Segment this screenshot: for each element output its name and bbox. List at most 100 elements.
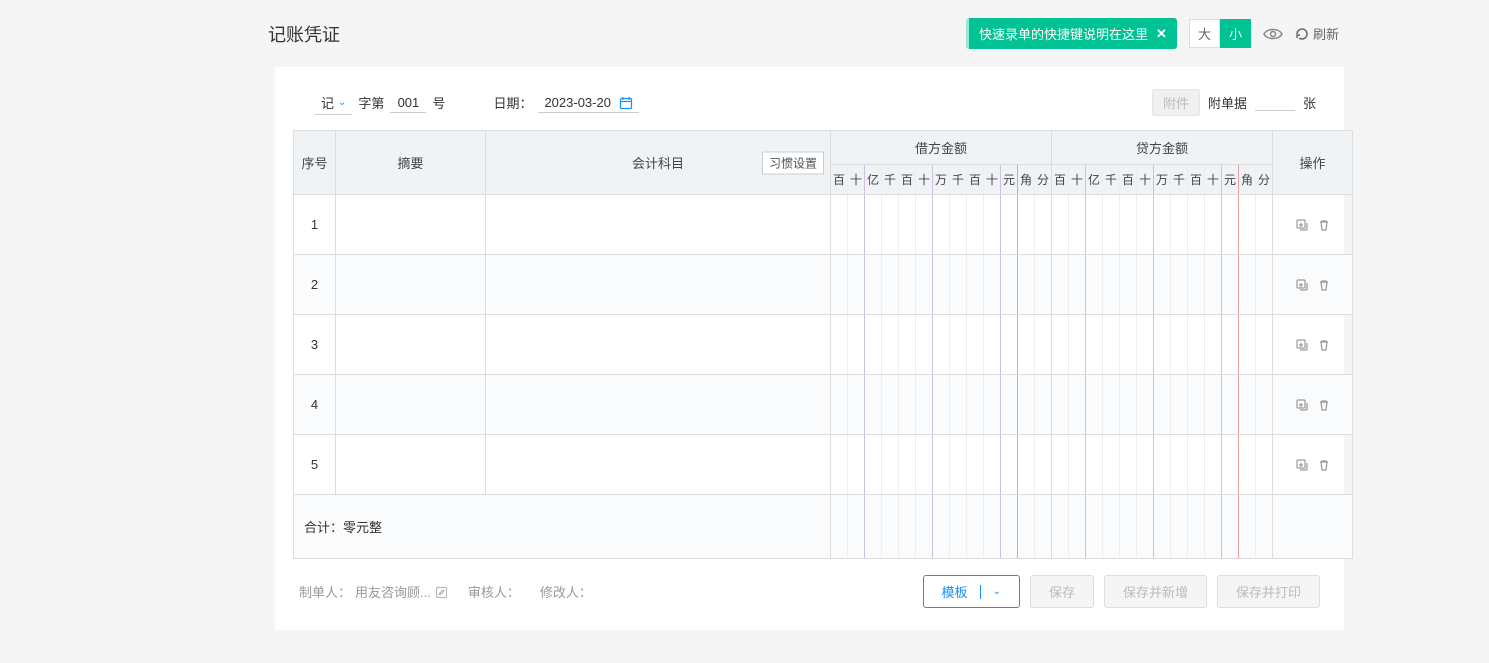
amount-digit[interactable] bbox=[916, 375, 933, 435]
amount-digit[interactable] bbox=[1256, 375, 1273, 435]
amount-digit[interactable] bbox=[916, 195, 933, 255]
amount-digit[interactable] bbox=[1069, 195, 1086, 255]
amount-digit[interactable] bbox=[1137, 435, 1154, 495]
amount-digit[interactable] bbox=[1086, 435, 1103, 495]
amount-digit[interactable] bbox=[1222, 375, 1239, 435]
amount-digit[interactable] bbox=[950, 315, 967, 375]
amount-digit[interactable] bbox=[916, 435, 933, 495]
amount-digit[interactable] bbox=[865, 195, 882, 255]
amount-digit[interactable] bbox=[950, 255, 967, 315]
amount-digit[interactable] bbox=[933, 255, 950, 315]
amount-digit[interactable] bbox=[831, 435, 848, 495]
amount-digit[interactable] bbox=[1188, 375, 1205, 435]
delete-icon[interactable] bbox=[1317, 337, 1331, 353]
amount-digit[interactable] bbox=[1103, 315, 1120, 375]
amount-digit[interactable] bbox=[1086, 375, 1103, 435]
amount-digit[interactable] bbox=[1239, 375, 1256, 435]
amount-digit[interactable] bbox=[1103, 195, 1120, 255]
amount-digit[interactable] bbox=[933, 435, 950, 495]
amount-digit[interactable] bbox=[1018, 255, 1035, 315]
amount-digit[interactable] bbox=[1120, 255, 1137, 315]
amount-digit[interactable] bbox=[899, 435, 916, 495]
eye-icon[interactable] bbox=[1263, 26, 1283, 42]
amount-digit[interactable] bbox=[1222, 315, 1239, 375]
amount-digit[interactable] bbox=[1035, 435, 1052, 495]
amount-digit[interactable] bbox=[1205, 435, 1222, 495]
amount-digit[interactable] bbox=[1222, 255, 1239, 315]
amount-digit[interactable] bbox=[1035, 315, 1052, 375]
amount-digit[interactable] bbox=[1205, 195, 1222, 255]
amount-digit[interactable] bbox=[1154, 435, 1171, 495]
amount-digit[interactable] bbox=[899, 375, 916, 435]
amount-digit[interactable] bbox=[1171, 255, 1188, 315]
amount-digit[interactable] bbox=[1069, 255, 1086, 315]
voucher-type-select[interactable]: 记 ⌄ bbox=[315, 91, 352, 115]
attach-count-input[interactable] bbox=[1255, 95, 1295, 111]
amount-digit[interactable] bbox=[1154, 195, 1171, 255]
amount-digit[interactable] bbox=[1103, 255, 1120, 315]
amount-digit[interactable] bbox=[916, 255, 933, 315]
amount-digit[interactable] bbox=[916, 315, 933, 375]
amount-digit[interactable] bbox=[1052, 435, 1069, 495]
amount-digit[interactable] bbox=[1035, 375, 1052, 435]
attachment-button[interactable]: 附件 bbox=[1152, 89, 1200, 116]
amount-digit[interactable] bbox=[1222, 435, 1239, 495]
amount-digit[interactable] bbox=[1001, 195, 1018, 255]
amount-digit[interactable] bbox=[831, 315, 848, 375]
delete-icon[interactable] bbox=[1317, 217, 1331, 233]
amount-digit[interactable] bbox=[1188, 435, 1205, 495]
amount-digit[interactable] bbox=[1120, 375, 1137, 435]
amount-digit[interactable] bbox=[865, 255, 882, 315]
save-new-button[interactable]: 保存并新增 bbox=[1104, 575, 1207, 608]
amount-digit[interactable] bbox=[984, 195, 1001, 255]
amount-digit[interactable] bbox=[1001, 375, 1018, 435]
amount-digit[interactable] bbox=[967, 195, 984, 255]
amount-digit[interactable] bbox=[1086, 195, 1103, 255]
amount-digit[interactable] bbox=[1171, 195, 1188, 255]
copy-icon[interactable] bbox=[1295, 397, 1309, 413]
amount-digit[interactable] bbox=[1256, 435, 1273, 495]
account-cell[interactable] bbox=[486, 195, 831, 255]
amount-digit[interactable] bbox=[1205, 375, 1222, 435]
amount-digit[interactable] bbox=[848, 255, 865, 315]
amount-digit[interactable] bbox=[1086, 315, 1103, 375]
amount-digit[interactable] bbox=[967, 255, 984, 315]
amount-digit[interactable] bbox=[1137, 195, 1154, 255]
amount-digit[interactable] bbox=[1035, 195, 1052, 255]
amount-digit[interactable] bbox=[1086, 255, 1103, 315]
summary-cell[interactable] bbox=[336, 315, 486, 375]
amount-digit[interactable] bbox=[1137, 315, 1154, 375]
summary-cell[interactable] bbox=[336, 255, 486, 315]
summary-cell[interactable] bbox=[336, 435, 486, 495]
amount-digit[interactable] bbox=[899, 255, 916, 315]
amount-digit[interactable] bbox=[848, 375, 865, 435]
amount-digit[interactable] bbox=[831, 375, 848, 435]
amount-digit[interactable] bbox=[848, 315, 865, 375]
account-cell[interactable] bbox=[486, 435, 831, 495]
amount-digit[interactable] bbox=[950, 435, 967, 495]
amount-digit[interactable] bbox=[1018, 435, 1035, 495]
amount-digit[interactable] bbox=[1154, 315, 1171, 375]
amount-digit[interactable] bbox=[1120, 195, 1137, 255]
amount-digit[interactable] bbox=[984, 435, 1001, 495]
delete-icon[interactable] bbox=[1317, 277, 1331, 293]
amount-digit[interactable] bbox=[1137, 255, 1154, 315]
habit-settings-button[interactable]: 习惯设置 bbox=[762, 151, 824, 174]
amount-digit[interactable] bbox=[882, 375, 899, 435]
amount-digit[interactable] bbox=[984, 375, 1001, 435]
amount-digit[interactable] bbox=[967, 375, 984, 435]
amount-digit[interactable] bbox=[1120, 435, 1137, 495]
amount-digit[interactable] bbox=[1188, 315, 1205, 375]
amount-digit[interactable] bbox=[1069, 375, 1086, 435]
copy-icon[interactable] bbox=[1295, 457, 1309, 473]
amount-digit[interactable] bbox=[933, 195, 950, 255]
amount-digit[interactable] bbox=[1018, 195, 1035, 255]
amount-digit[interactable] bbox=[899, 195, 916, 255]
copy-icon[interactable] bbox=[1295, 277, 1309, 293]
size-large-button[interactable]: 大 bbox=[1189, 19, 1220, 48]
account-cell[interactable] bbox=[486, 315, 831, 375]
amount-digit[interactable] bbox=[1052, 315, 1069, 375]
amount-digit[interactable] bbox=[865, 315, 882, 375]
amount-digit[interactable] bbox=[984, 255, 1001, 315]
amount-digit[interactable] bbox=[1256, 315, 1273, 375]
